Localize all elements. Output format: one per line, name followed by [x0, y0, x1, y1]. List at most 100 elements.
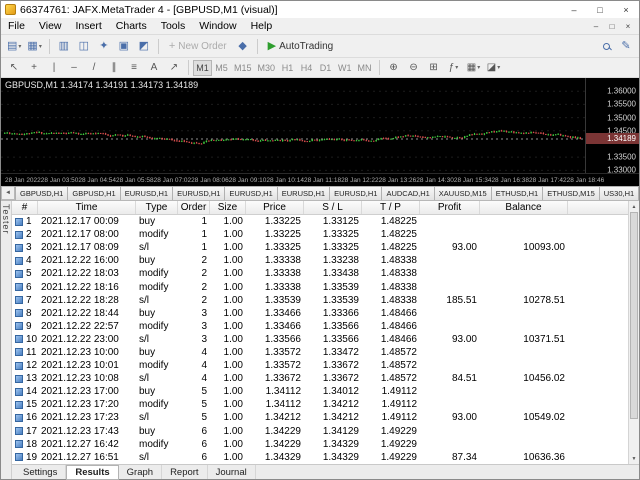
window-close-button[interactable]: × — [613, 1, 639, 18]
table-row[interactable]: 7 2021.12.22 18:28 s/l 2 1.00 1.33539 1.33539 1… — [12, 294, 628, 307]
tabs-scroll-left-button[interactable]: ◄ — [1, 186, 15, 200]
timeframe-w1-button[interactable]: W1 — [335, 60, 355, 76]
table-row[interactable]: 17 2021.12.23 17:43 buy 6 1.00 1.34229 1.34129… — [12, 425, 628, 438]
table-row[interactable]: 15 2021.12.23 17:20 modify 5 1.00 1.34112 1.34… — [12, 398, 628, 411]
scroll-down-icon[interactable]: ▼ — [629, 453, 639, 464]
chart-tab[interactable]: ETHUSD,M15 — [542, 186, 600, 200]
tester-tab-journal[interactable]: Journal — [208, 465, 256, 479]
menu-view[interactable]: View — [32, 18, 69, 34]
time-label: 28 Jan 18:46 — [566, 176, 605, 184]
text-tool-button[interactable]: A — [144, 59, 164, 77]
mdi-restore-icon[interactable]: □ — [604, 22, 620, 31]
menu-tools[interactable]: Tools — [154, 18, 193, 34]
menu-insert[interactable]: Insert — [69, 18, 109, 34]
row-number: 14 — [26, 386, 38, 398]
chart-tab[interactable]: AUDCAD,H1 — [381, 186, 435, 200]
table-row[interactable]: 16 2021.12.23 17:23 s/l 5 1.00 1.34212 1.34212… — [12, 411, 628, 424]
time-axis[interactable]: 28 Jan 2022 28 Jan 03:50 28 Jan 04:54 28 Ja… — [1, 173, 639, 186]
chart-tab[interactable]: XAUUSD,M15 — [433, 186, 492, 200]
table-row[interactable]: 2 2021.12.17 08:00 modify 1 1.00 1.33225 1.333… — [12, 228, 628, 241]
timeframe-m1-button[interactable]: M1 — [193, 59, 212, 76]
table-row[interactable]: 9 2021.12.22 22:57 modify 3 1.00 1.33466 1.335… — [12, 320, 628, 333]
autotrading-button[interactable]: ▶ AutoTrading — [262, 37, 340, 55]
periods-button[interactable]: ▦ ▾ — [464, 59, 484, 77]
table-scrollbar[interactable]: ▲ ▼ — [628, 201, 639, 464]
timeframe-m15-button[interactable]: M15 — [231, 60, 255, 76]
tester-panel-caption[interactable]: Tester — [1, 201, 12, 479]
window-maximize-button[interactable]: □ — [587, 1, 613, 18]
chart-plot[interactable]: GBPUSD,M1 1.34174 1.34191 1.34173 1.3418… — [1, 78, 585, 173]
table-row[interactable]: 18 2021.12.27 16:42 modify 6 1.00 1.34229 1.34… — [12, 438, 628, 451]
timeframe-m30-button[interactable]: M30 — [255, 60, 279, 76]
table-row[interactable]: 3 2021.12.17 08:09 s/l 1 1.00 1.33325 1.33325 1… — [12, 241, 628, 254]
new-order-button[interactable]: + New Order — [163, 37, 233, 55]
trendline-button[interactable]: / — [84, 59, 104, 77]
chart-tab[interactable]: GBPUSD,H1 — [67, 186, 121, 200]
channel-button[interactable]: ∥ — [104, 59, 124, 77]
menu-help[interactable]: Help — [244, 18, 280, 34]
timeframe-d1-button[interactable]: D1 — [316, 60, 335, 76]
chart-tab[interactable]: EURUSD,H1 — [119, 186, 174, 200]
metaeditor-button[interactable]: ◆ — [233, 37, 253, 55]
table-row[interactable]: 4 2021.12.22 16:00 buy 2 1.00 1.33338 1.33238 1… — [12, 254, 628, 267]
navigator-button[interactable]: ✦ — [94, 37, 114, 55]
menu-window[interactable]: Window — [192, 18, 243, 34]
table-row[interactable]: 1 2021.12.17 00:09 buy 1 1.00 1.33225 1.33125 1… — [12, 215, 628, 228]
quick-edit-button[interactable]: ✎ — [616, 37, 636, 55]
horizontal-line-button[interactable]: – — [64, 59, 84, 77]
tester-tab-report[interactable]: Report — [162, 465, 208, 479]
scrollbar-track[interactable] — [630, 212, 638, 453]
scroll-up-icon[interactable]: ▲ — [629, 201, 639, 212]
table-row[interactable]: 8 2021.12.22 18:44 buy 3 1.00 1.33466 1.33366 1… — [12, 307, 628, 320]
terminal-button[interactable]: ▣ — [114, 37, 134, 55]
vertical-line-button[interactable]: | — [44, 59, 64, 77]
tester-tab-graph[interactable]: Graph — [119, 465, 163, 479]
menu-file[interactable]: File — [1, 18, 32, 34]
mdi-minimize-icon[interactable]: – — [588, 22, 604, 31]
tester-tab-settings[interactable]: Settings — [15, 465, 67, 479]
chart-tab[interactable]: EURUSD,H1 — [224, 186, 278, 200]
tester-tab-results[interactable]: Results — [66, 464, 119, 480]
zoom-in-button[interactable]: ⊕ — [384, 59, 404, 77]
timeframe-h4-button[interactable]: H4 — [297, 60, 316, 76]
menu-charts[interactable]: Charts — [109, 18, 154, 34]
mdi-close-icon[interactable]: × — [620, 22, 636, 31]
price-scale[interactable]: 1.36000 1.35500 1.35000 1.34500 1.33500 1.330… — [585, 78, 639, 175]
cell-time: 2021.12.23 17:23 — [41, 412, 119, 424]
table-row[interactable]: 6 2021.12.22 18:16 modify 2 1.00 1.33338 1.335… — [12, 280, 628, 293]
window-minimize-button[interactable]: – — [561, 1, 587, 18]
profiles-button[interactable]: ▦ ▾ — [24, 37, 44, 55]
table-row[interactable]: 11 2021.12.23 10:00 buy 4 1.00 1.33572 1.33472… — [12, 346, 628, 359]
table-row[interactable]: 5 2021.12.22 18:03 modify 2 1.00 1.33338 1.334… — [12, 267, 628, 280]
table-row[interactable]: 19 2021.12.27 16:51 s/l 6 1.00 1.34329 1.34329… — [12, 451, 628, 464]
tile-windows-button[interactable]: ⊞ — [424, 59, 444, 77]
indicators-button[interactable]: ƒ ▾ — [444, 59, 464, 77]
templates-button[interactable]: ◪ ▾ — [484, 59, 504, 77]
scrollbar-thumb[interactable] — [630, 212, 638, 420]
chart-tab[interactable]: GBPUSD,H1 — [15, 186, 69, 200]
market-watch-button[interactable]: ▥ — [54, 37, 74, 55]
timeframe-m5-button[interactable]: M5 — [212, 60, 231, 76]
strategy-tester-button[interactable]: ◩ — [134, 37, 154, 55]
zoom-out-button[interactable]: ⊖ — [404, 59, 424, 77]
arrows-tool-button[interactable]: ↗ — [164, 59, 184, 77]
chart-tab[interactable]: GBPUSD,M1 (visual) — [638, 186, 639, 200]
cursor-button[interactable]: ↖ — [4, 59, 24, 77]
chart-tab[interactable]: EURUSD,H1 — [329, 186, 383, 200]
timeframe-mn-button[interactable]: MN — [355, 60, 375, 76]
chart-tab[interactable]: EURUSD,H1 — [276, 186, 331, 200]
table-row[interactable]: 12 2021.12.23 10:01 modify 4 1.00 1.33572 1.33… — [12, 359, 628, 372]
channel-icon: ∥ — [111, 61, 117, 73]
chart-tab[interactable]: ETHUSD,H1 — [490, 186, 544, 200]
table-row[interactable]: 14 2021.12.23 17:00 buy 5 1.00 1.34112 1.34012… — [12, 385, 628, 398]
data-window-button[interactable]: ◫ — [74, 37, 94, 55]
search-button[interactable] — [596, 37, 616, 55]
table-row[interactable]: 10 2021.12.22 23:00 s/l 3 1.00 1.33566 1.33566… — [12, 333, 628, 346]
new-chart-button[interactable]: ▤ ▾ — [4, 37, 24, 55]
table-row[interactable]: 13 2021.12.23 10:08 s/l 4 1.00 1.33672 1.33672… — [12, 372, 628, 385]
crosshair-button[interactable]: + — [24, 59, 44, 77]
chart-tab[interactable]: US30,H1 — [598, 186, 639, 200]
chart-tab[interactable]: EURUSD,H1 — [172, 186, 226, 200]
fibonacci-button[interactable]: ≡ — [124, 59, 144, 77]
timeframe-h1-button[interactable]: H1 — [278, 60, 297, 76]
